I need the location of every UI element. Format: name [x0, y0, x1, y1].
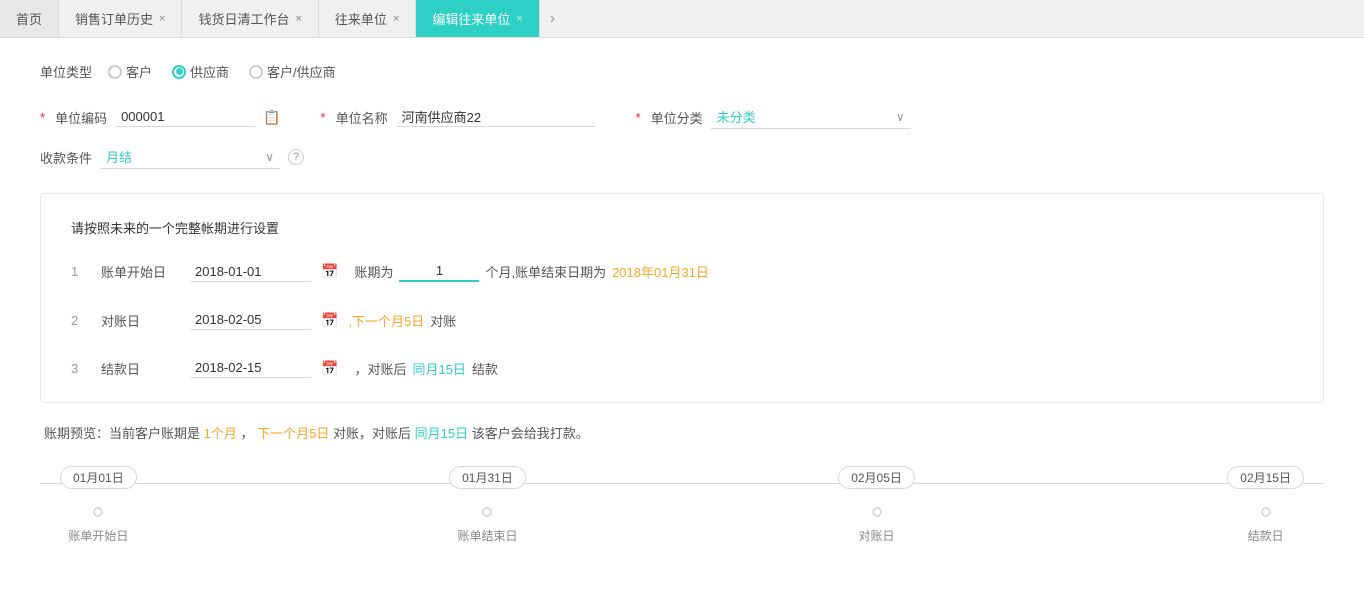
tl-badge-2: 01月31日	[449, 466, 526, 489]
tab-edit-partner-unit[interactable]: 编辑往来单位 ×	[416, 0, 539, 37]
payment-terms-arrow-icon: ∨	[265, 150, 274, 164]
reconciliation-normal-text: 对账	[430, 311, 456, 330]
payment-cal-icon[interactable]: 📅	[321, 360, 338, 377]
preview-text2: 对账，对账后	[333, 426, 411, 441]
unit-name-label: 单位名称	[336, 108, 388, 127]
period-suffix-text: 个月,账单结束日期为	[485, 262, 606, 281]
unit-type-row: 单位类型 客户 供应商 客户/供应商	[40, 62, 1324, 81]
radio-group: 客户 供应商 客户/供应商	[108, 62, 336, 81]
period-value-input[interactable]	[399, 261, 479, 282]
payment-terms-row: 收款条件 月结 ∨ ?	[40, 145, 1324, 169]
unit-code-field: * 单位编码 📋	[40, 107, 281, 127]
tab-bar: 首页 销售订单历史 × 钱货日清工作台 × 往来单位 × 编辑往来单位 × ›	[0, 0, 1364, 38]
tl-label-2: 账单结束日	[457, 527, 517, 544]
payment-terms-help-icon[interactable]: ?	[288, 149, 304, 165]
tl-badge-4: 02月15日	[1227, 466, 1304, 489]
tl-dot-1	[93, 507, 103, 517]
timeline-section: 01月01日 账单开始日 01月31日 账单结束日 02月05日 对账日 02月…	[40, 466, 1324, 584]
unit-category-label: 单位分类	[651, 108, 703, 127]
unit-code-copy-icon[interactable]: 📋	[263, 109, 280, 126]
timeline-point-4: 02月15日 结款日	[1227, 466, 1304, 544]
unit-category-arrow-icon: ∨	[896, 110, 905, 124]
unit-category-field: * 单位分类 未分类 ∨	[636, 105, 911, 129]
row-num-2: 2	[71, 313, 101, 328]
payment-terms-value: 月结	[106, 147, 265, 166]
tl-label-3: 对账日	[859, 527, 895, 544]
row-num-1: 1	[71, 264, 101, 279]
payment-date-row: 3 结款日 📅 ，对账后 同月15日 结款	[71, 358, 1293, 378]
radio-circle-both	[249, 65, 263, 79]
preview-text-row: 账期预览：当前客户账期是 1个月 ， 下一个月5日 对账，对账后 同月15日 该…	[40, 423, 1324, 442]
unit-category-required: *	[636, 110, 641, 125]
payment-terms-field: 收款条件 月结 ∨ ?	[40, 145, 304, 169]
unit-category-value: 未分类	[717, 107, 896, 126]
unit-code-required: *	[40, 110, 45, 125]
unit-name-field: * 单位名称	[321, 107, 596, 127]
reconciliation-date-input[interactable]	[191, 310, 311, 330]
preview-text3: 该客户会给我打款。	[472, 426, 589, 441]
billing-start-row: 1 账单开始日 📅 账期为 个月,账单结束日期为 2018年01月31日	[71, 261, 1293, 282]
period-prefix-text: 账期为	[354, 262, 393, 281]
radio-both[interactable]: 客户/供应商	[249, 62, 336, 81]
preview-text1: ，	[241, 426, 254, 441]
payment-terms-label: 收款条件	[40, 148, 92, 167]
reconciliation-next-month: ,下一个月5日	[348, 311, 424, 330]
tl-dot-4	[1261, 507, 1271, 517]
preview-highlight1: 1个月	[204, 426, 237, 441]
unit-category-select[interactable]: 未分类 ∨	[711, 105, 911, 129]
preview-highlight3: 同月15日	[415, 426, 468, 441]
radio-circle-supplier	[172, 65, 186, 79]
main-content: 单位类型 客户 供应商 客户/供应商 * 单位编码 📋 *	[0, 38, 1364, 608]
reconciliation-cal-icon[interactable]: 📅	[321, 312, 338, 329]
unit-name-required: *	[321, 110, 326, 125]
payment-normal-suffix: 结款	[472, 359, 498, 378]
payment-same-month-highlight: 同月15日	[412, 359, 465, 378]
tl-badge-1: 01月01日	[60, 466, 137, 489]
tab-partner-unit[interactable]: 往来单位 ×	[319, 0, 416, 37]
payment-label: 结款日	[101, 359, 191, 378]
payment-normal-prefix: ，对账后	[354, 359, 406, 378]
unit-code-label: 单位编码	[55, 108, 107, 127]
section-title: 请按照未来的一个完整帐期进行设置	[71, 218, 1293, 237]
billing-start-cal-icon[interactable]: 📅	[321, 263, 338, 280]
unit-code-input[interactable]	[115, 107, 255, 127]
radio-circle-customer	[108, 65, 122, 79]
unit-type-label: 单位类型	[40, 62, 92, 81]
preview-highlight2: 下一个月5日	[257, 426, 329, 441]
payment-date-input[interactable]	[191, 358, 311, 378]
billing-start-label: 账单开始日	[101, 262, 191, 281]
radio-customer[interactable]: 客户	[108, 62, 152, 81]
tab-close-partner-unit[interactable]: ×	[393, 13, 399, 25]
tab-cash-reconciliation[interactable]: 钱货日清工作台 ×	[182, 0, 318, 37]
billing-start-date-input[interactable]	[191, 262, 311, 282]
form-fields-row: * 单位编码 📋 * 单位名称 * 单位分类 未分类 ∨	[40, 105, 1324, 129]
radio-supplier[interactable]: 供应商	[172, 62, 229, 81]
tl-dot-3	[872, 507, 882, 517]
preview-prefix: 账期预览：当前客户账期是	[44, 426, 200, 441]
tl-label-4: 结款日	[1248, 527, 1284, 544]
tl-dot-2	[482, 507, 492, 517]
tab-more-arrow[interactable]: ›	[540, 0, 565, 37]
row-num-3: 3	[71, 361, 101, 376]
tab-home[interactable]: 首页	[0, 0, 59, 37]
timeline-points: 01月01日 账单开始日 01月31日 账单结束日 02月05日 对账日 02月…	[60, 466, 1304, 544]
payment-terms-select[interactable]: 月结 ∨	[100, 145, 280, 169]
tab-close-edit-partner-unit[interactable]: ×	[516, 13, 522, 25]
reconciliation-label: 对账日	[101, 311, 191, 330]
period-end-date-highlight: 2018年01月31日	[612, 262, 709, 281]
tab-sales-order-history[interactable]: 销售订单历史 ×	[59, 0, 182, 37]
reconciliation-date-row: 2 对账日 📅 ,下一个月5日 对账	[71, 310, 1293, 330]
tl-label-1: 账单开始日	[68, 527, 128, 544]
tab-close-cash-reconciliation[interactable]: ×	[295, 13, 301, 25]
timeline-point-1: 01月01日 账单开始日	[60, 466, 137, 544]
tl-badge-3: 02月05日	[838, 466, 915, 489]
unit-name-input[interactable]	[396, 107, 596, 127]
billing-period-section: 请按照未来的一个完整帐期进行设置 1 账单开始日 📅 账期为 个月,账单结束日期…	[40, 193, 1324, 403]
timeline-point-3: 02月05日 对账日	[838, 466, 915, 544]
tab-close-sales-order-history[interactable]: ×	[159, 13, 165, 25]
timeline-point-2: 01月31日 账单结束日	[449, 466, 526, 544]
